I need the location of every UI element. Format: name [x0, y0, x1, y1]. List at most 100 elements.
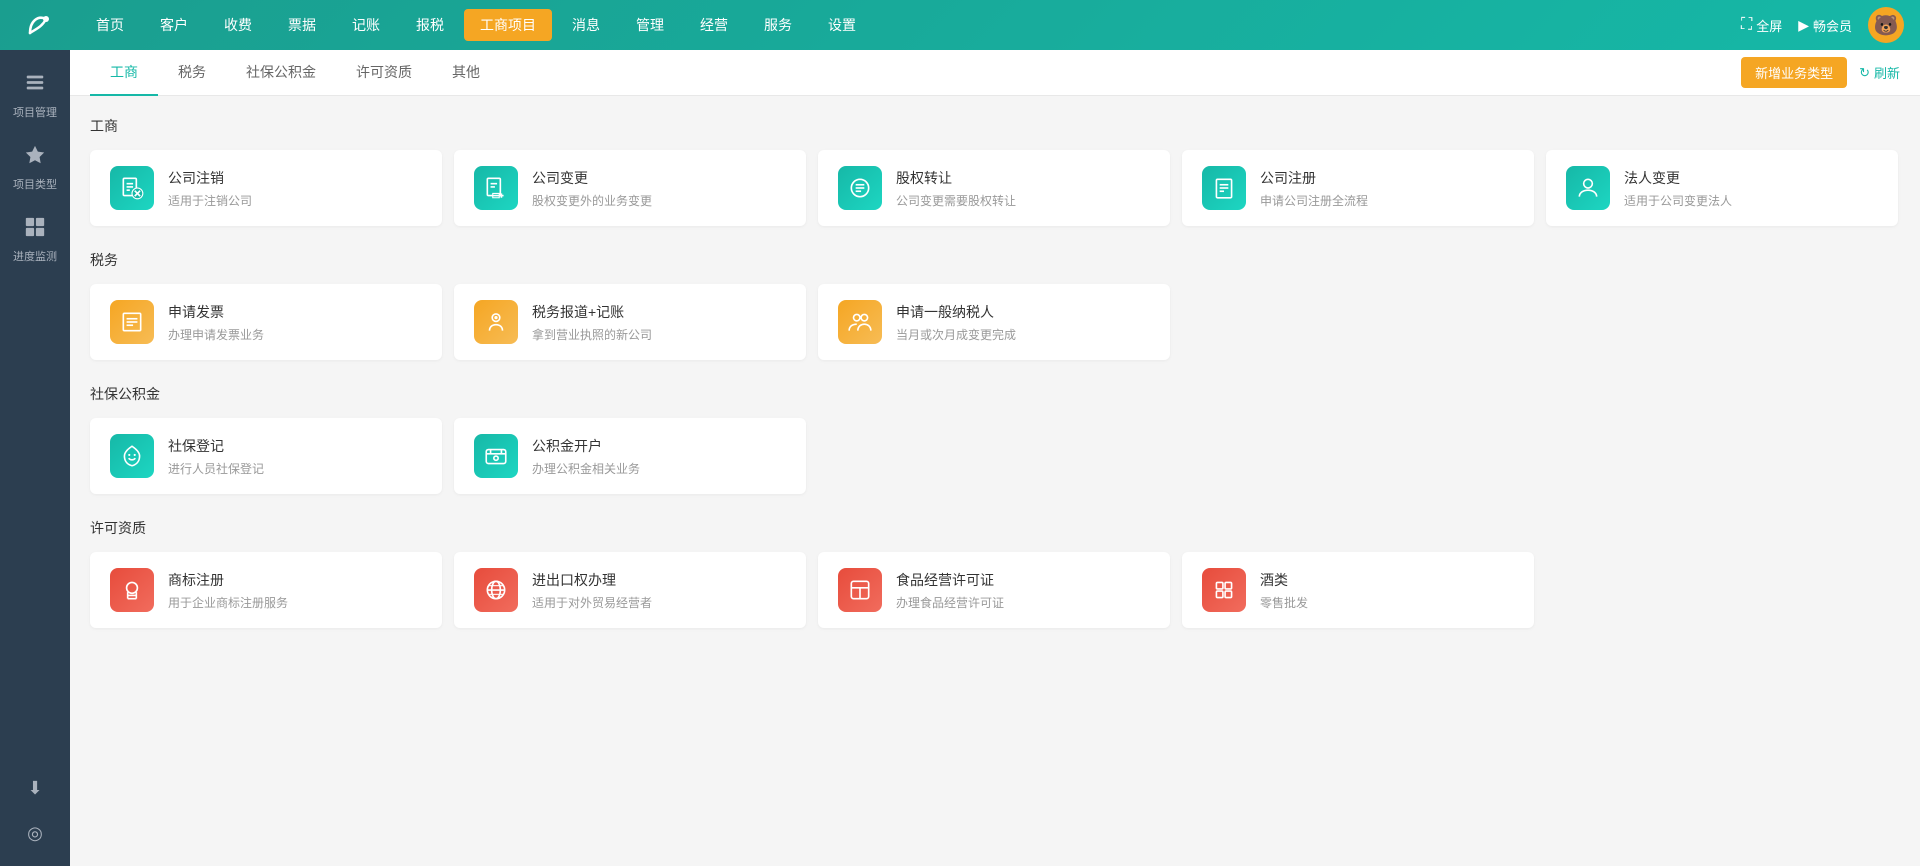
social-register-info: 社保登记 进行人员社保登记	[168, 436, 422, 477]
sidebar-item-project-type[interactable]: 项目类型	[0, 132, 70, 204]
nav-fee[interactable]: 收费	[208, 9, 268, 41]
trademark-title: 商标注册	[168, 570, 422, 590]
refresh-button[interactable]: ↻ 刷新	[1859, 63, 1900, 82]
card-social-register[interactable]: 社保登记 进行人员社保登记	[90, 418, 442, 494]
equity-transfer-title: 股权转让	[896, 168, 1150, 188]
import-export-info: 进出口权办理 适用于对外贸易经营者	[532, 570, 786, 611]
section-title-commerce: 工商	[90, 116, 1900, 136]
tab-bar: 工商 税务 社保公积金 许可资质 其他 新增业务类型 ↻ 刷新	[70, 50, 1920, 96]
card-company-register[interactable]: 公司注册 申请公司注册全流程	[1182, 150, 1534, 226]
tax-report-desc: 拿到营业执照的新公司	[532, 326, 786, 343]
nav-accounting[interactable]: 记账	[336, 9, 396, 41]
company-register-title: 公司注册	[1260, 168, 1514, 188]
card-provident-fund[interactable]: 公积金开户 办理公积金相关业务	[454, 418, 806, 494]
nav-manage[interactable]: 管理	[620, 9, 680, 41]
card-equity-transfer[interactable]: 股权转让 公司变更需要股权转让	[818, 150, 1170, 226]
refresh-label: 刷新	[1874, 63, 1900, 82]
sidebar-item-label: 项目类型	[13, 176, 57, 192]
tab-license[interactable]: 许可资质	[336, 50, 432, 96]
nav-operation[interactable]: 经营	[684, 9, 744, 41]
nav-home[interactable]: 首页	[80, 9, 140, 41]
equity-transfer-info: 股权转让 公司变更需要股权转让	[896, 168, 1150, 209]
tax-report-title: 税务报道+记账	[532, 302, 786, 322]
nav-right-actions: ⛶ 全屏 ▶ 畅会员 🐻	[1741, 7, 1904, 43]
section-title-social: 社保公积金	[90, 384, 1900, 404]
company-change-info: 公司变更 股权变更外的业务变更	[532, 168, 786, 209]
main-layout: 项目管理 项目类型 进度监测 ⬇	[0, 50, 1920, 866]
sidebar-item-label: 进度监测	[13, 248, 57, 264]
alcohol-info: 酒类 零售批发	[1260, 570, 1514, 611]
import-export-icon	[474, 568, 518, 612]
user-avatar[interactable]: 🐻	[1868, 7, 1904, 43]
food-license-desc: 办理食品经营许可证	[896, 594, 1150, 611]
company-cancel-desc: 适用于注销公司	[168, 192, 422, 209]
tab-actions: 新增业务类型 ↻ 刷新	[1741, 57, 1900, 88]
card-alcohol[interactable]: 酒类 零售批发	[1182, 552, 1534, 628]
section-social-insurance: 社保公积金 社保登记 进行人	[90, 384, 1900, 494]
invoice-apply-title: 申请发票	[168, 302, 422, 322]
alcohol-title: 酒类	[1260, 570, 1514, 590]
tab-commerce[interactable]: 工商	[90, 50, 158, 96]
nav-settings[interactable]: 设置	[812, 9, 872, 41]
tab-tax[interactable]: 税务	[158, 50, 226, 96]
sidebar: 项目管理 项目类型 进度监测 ⬇	[0, 50, 70, 866]
company-register-icon	[1202, 166, 1246, 210]
member-label: 畅会员	[1813, 16, 1852, 35]
provident-fund-title: 公积金开户	[532, 436, 786, 456]
section-license: 许可资质 商标注册 用于企业商标注册服务	[90, 518, 1900, 628]
general-taxpayer-title: 申请一般纳税人	[896, 302, 1150, 322]
project-manage-icon	[24, 72, 46, 100]
invoice-apply-desc: 办理申请发票业务	[168, 326, 422, 343]
nav-service[interactable]: 服务	[748, 9, 808, 41]
card-trademark[interactable]: 商标注册 用于企业商标注册服务	[90, 552, 442, 628]
trademark-icon	[110, 568, 154, 612]
member-button[interactable]: ▶ 畅会员	[1798, 16, 1852, 35]
download-icon: ⬇	[27, 778, 42, 799]
general-taxpayer-info: 申请一般纳税人 当月或次月成变更完成	[896, 302, 1150, 343]
food-license-icon	[838, 568, 882, 612]
commerce-cards-grid: 公司注销 适用于注销公司	[90, 150, 1900, 226]
card-food-license[interactable]: 食品经营许可证 办理食品经营许可证	[818, 552, 1170, 628]
sidebar-item-project-manage[interactable]: 项目管理	[0, 60, 70, 132]
section-tax: 税务 申请发票 办理申请发票	[90, 250, 1900, 360]
section-commerce: 工商	[90, 116, 1900, 226]
card-import-export[interactable]: 进出口权办理 适用于对外贸易经营者	[454, 552, 806, 628]
social-register-desc: 进行人员社保登记	[168, 460, 422, 477]
provident-fund-info: 公积金开户 办理公积金相关业务	[532, 436, 786, 477]
company-cancel-info: 公司注销 适用于注销公司	[168, 168, 422, 209]
new-type-button[interactable]: 新增业务类型	[1741, 57, 1847, 88]
alcohol-desc: 零售批发	[1260, 594, 1514, 611]
nav-business[interactable]: 工商项目	[464, 9, 552, 41]
sidebar-item-progress[interactable]: 进度监测	[0, 204, 70, 276]
trademark-desc: 用于企业商标注册服务	[168, 594, 422, 611]
legal-change-title: 法人变更	[1624, 168, 1878, 188]
content-area: 工商 税务 社保公积金 许可资质 其他 新增业务类型 ↻ 刷新 工商	[70, 50, 1920, 866]
invoice-apply-info: 申请发票 办理申请发票业务	[168, 302, 422, 343]
sidebar-bottom: ⬇ ◎	[0, 766, 70, 856]
card-invoice-apply[interactable]: 申请发票 办理申请发票业务	[90, 284, 442, 360]
card-company-cancel[interactable]: 公司注销 适用于注销公司	[90, 150, 442, 226]
refresh-icon: ↻	[1859, 65, 1870, 81]
nav-message[interactable]: 消息	[556, 9, 616, 41]
play-icon: ▶	[1798, 17, 1809, 34]
provident-fund-desc: 办理公积金相关业务	[532, 460, 786, 477]
fullscreen-button[interactable]: ⛶ 全屏	[1741, 16, 1782, 35]
tab-other[interactable]: 其他	[432, 50, 500, 96]
card-general-taxpayer[interactable]: 申请一般纳税人 当月或次月成变更完成	[818, 284, 1170, 360]
social-register-icon	[110, 434, 154, 478]
progress-icon	[24, 216, 46, 244]
project-type-icon	[24, 144, 46, 172]
card-legal-change[interactable]: 法人变更 适用于公司变更法人	[1546, 150, 1898, 226]
nav-invoice[interactable]: 票据	[272, 9, 332, 41]
tab-social-insurance[interactable]: 社保公积金	[226, 50, 336, 96]
sidebar-download[interactable]: ⬇	[0, 766, 70, 811]
card-company-change[interactable]: 公司变更 股权变更外的业务变更	[454, 150, 806, 226]
sidebar-location[interactable]: ◎	[0, 811, 70, 856]
fullscreen-icon: ⛶	[1741, 16, 1752, 34]
social-register-title: 社保登记	[168, 436, 422, 456]
nav-client[interactable]: 客户	[144, 9, 204, 41]
nav-tax[interactable]: 报税	[400, 9, 460, 41]
company-register-desc: 申请公司注册全流程	[1260, 192, 1514, 209]
import-export-desc: 适用于对外贸易经营者	[532, 594, 786, 611]
card-tax-report[interactable]: 税务报道+记账 拿到营业执照的新公司	[454, 284, 806, 360]
